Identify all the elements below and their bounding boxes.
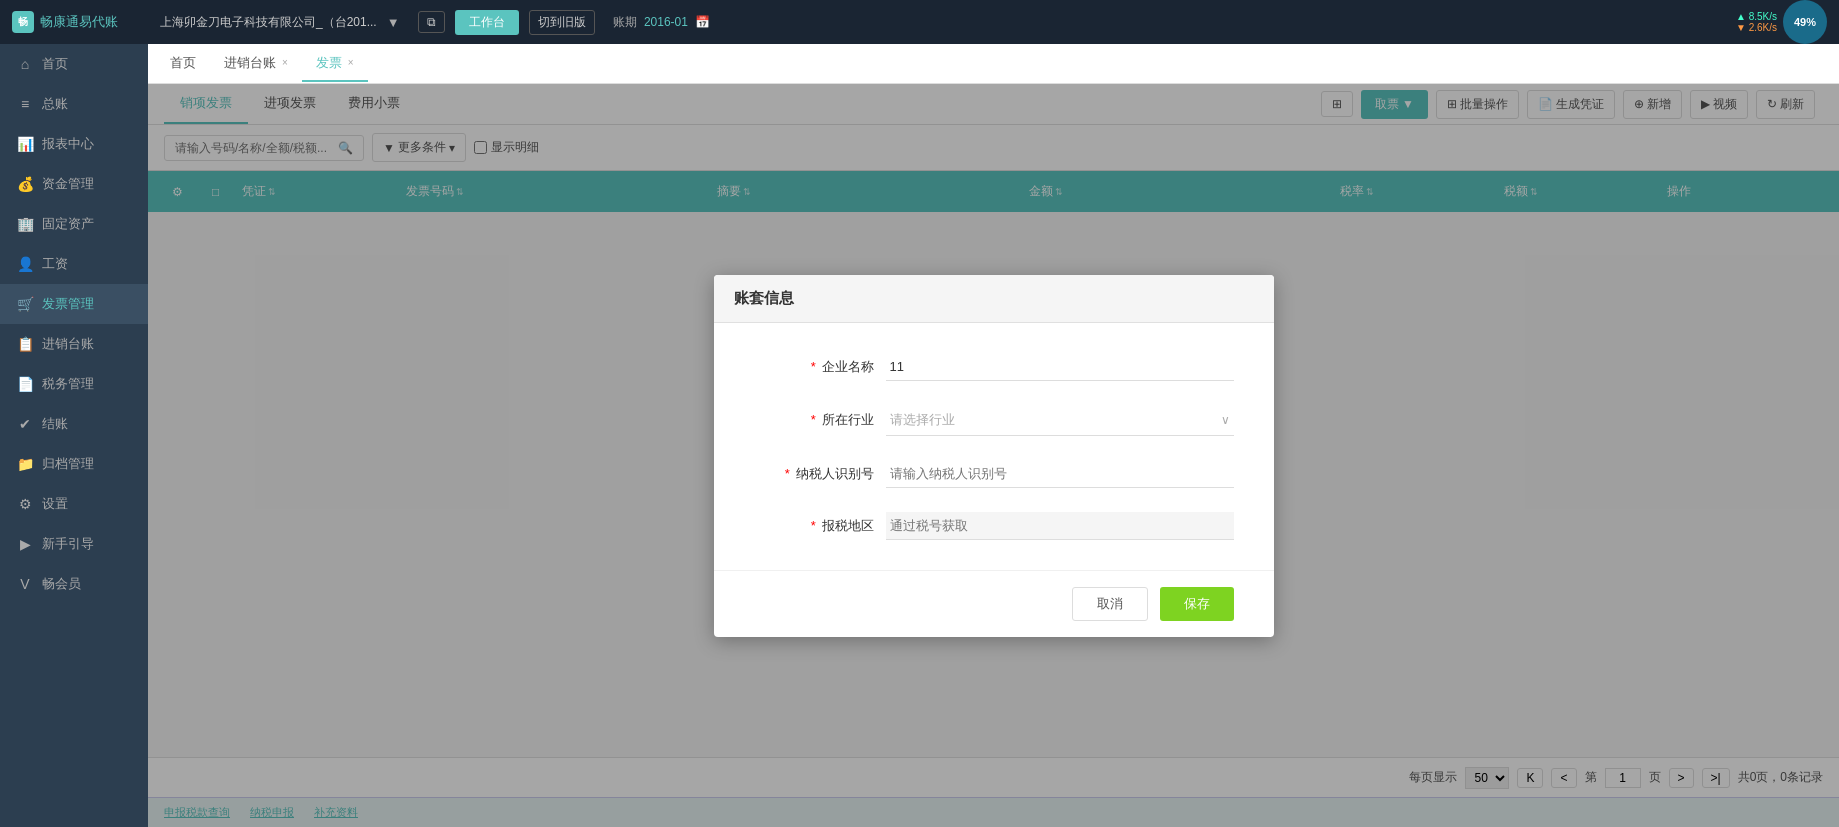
sidebar-item-sales-ledger[interactable]: 📋 进销台账 xyxy=(0,324,148,364)
sidebar-item-guide[interactable]: ▶ 新手引导 xyxy=(0,524,148,564)
period-label: 账期 2016-01 📅 xyxy=(613,14,711,31)
sales-ledger-icon: 📋 xyxy=(16,336,34,352)
modal-title: 账套信息 xyxy=(714,275,1274,323)
sidebar-item-reports[interactable]: 📊 报表中心 xyxy=(0,124,148,164)
workbench-button[interactable]: 工作台 xyxy=(455,10,519,35)
sidebar-item-label: 归档管理 xyxy=(42,455,94,473)
tab-invoice[interactable]: 发票 × xyxy=(302,46,368,82)
sidebar-item-home[interactable]: ⌂ 首页 xyxy=(0,44,148,84)
sidebar-item-label: 设置 xyxy=(42,495,68,513)
settings-icon: ⚙ xyxy=(16,496,34,512)
sidebar-item-archive[interactable]: 📁 归档管理 xyxy=(0,444,148,484)
tab-home[interactable]: 首页 xyxy=(156,46,210,82)
member-icon: V xyxy=(16,576,34,592)
guide-icon: ▶ xyxy=(16,536,34,552)
chevron-down-icon: ∨ xyxy=(1221,413,1230,427)
sidebar-item-settle[interactable]: ✔ 结账 xyxy=(0,404,148,444)
download-speed: ▼ 2.6K/s xyxy=(1736,22,1777,33)
modal-body: * 企业名称 * 所在行业 请选择行业 ∨ xyxy=(714,323,1274,570)
chevron-down-icon[interactable]: ▼ xyxy=(387,15,400,30)
sidebar-item-label: 资金管理 xyxy=(42,175,94,193)
company-name-input[interactable] xyxy=(886,353,1234,381)
sidebar-item-label: 首页 xyxy=(42,55,68,73)
tabbar: 首页 进销台账 × 发票 × xyxy=(148,44,1839,84)
form-row-industry: * 所在行业 请选择行业 ∨ xyxy=(754,405,1234,436)
copy-button[interactable]: ⧉ xyxy=(418,11,445,33)
sidebar-item-label: 新手引导 xyxy=(42,535,94,553)
fixed-assets-icon: 🏢 xyxy=(16,216,34,232)
account-info-modal: 账套信息 * 企业名称 * 所在行业 xyxy=(714,275,1274,637)
tab-sales-ledger[interactable]: 进销台账 × xyxy=(210,46,302,82)
modal-overlay: 账套信息 * 企业名称 * 所在行业 xyxy=(148,84,1839,827)
payroll-icon: 👤 xyxy=(16,256,34,272)
tax-icon: 📄 xyxy=(16,376,34,392)
sidebar-item-settings[interactable]: ⚙ 设置 xyxy=(0,484,148,524)
topbar-right: ▲ 8.5K/s ▼ 2.6K/s 49% xyxy=(1736,0,1827,44)
sidebar-item-invoice[interactable]: 🛒 发票管理 xyxy=(0,284,148,324)
company-name: 上海卯金刀电子科技有限公司_（台201... xyxy=(160,14,377,31)
sidebar-item-payroll[interactable]: 👤 工资 xyxy=(0,244,148,284)
app-name: 畅康通易代账 xyxy=(40,13,118,31)
sidebar: 畅 畅康通易代账 ⌂ 首页 ≡ 总账 📊 报表中心 💰 资金管理 🏢 固定资产 … xyxy=(0,0,148,827)
network-stats: ▲ 8.5K/s ▼ 2.6K/s xyxy=(1736,11,1777,33)
sidebar-item-fixed-assets[interactable]: 🏢 固定资产 xyxy=(0,204,148,244)
invoice-icon: 🛒 xyxy=(16,296,34,312)
ledger-icon: ≡ xyxy=(16,96,34,112)
logo-icon: 畅 xyxy=(12,11,34,33)
upload-speed: ▲ 8.5K/s xyxy=(1736,11,1777,22)
sidebar-item-label: 发票管理 xyxy=(42,295,94,313)
tax-region-label: * 报税地区 xyxy=(754,517,874,535)
tax-id-input[interactable] xyxy=(886,460,1234,488)
sidebar-item-label: 结账 xyxy=(42,415,68,433)
home-icon: ⌂ xyxy=(16,56,34,72)
sidebar-item-label: 工资 xyxy=(42,255,68,273)
industry-label: * 所在行业 xyxy=(754,411,874,429)
save-button[interactable]: 保存 xyxy=(1160,587,1234,621)
reports-icon: 📊 xyxy=(16,136,34,152)
cancel-button[interactable]: 取消 xyxy=(1072,587,1148,621)
company-name-label: * 企业名称 xyxy=(754,358,874,376)
sidebar-item-label: 报表中心 xyxy=(42,135,94,153)
sidebar-item-funds[interactable]: 💰 资金管理 xyxy=(0,164,148,204)
tax-region-input xyxy=(886,512,1234,540)
close-sales-ledger-tab[interactable]: × xyxy=(282,57,288,68)
content-area: 销项发票 进项发票 费用小票 ⊞ 取票 ▼ ⊞ 批量操作 📄 生成凭证 ⊕ xyxy=(148,84,1839,827)
sidebar-item-ledger[interactable]: ≡ 总账 xyxy=(0,84,148,124)
funds-icon: 💰 xyxy=(16,176,34,192)
switch-old-button[interactable]: 切到旧版 xyxy=(529,10,595,35)
industry-select[interactable]: 请选择行业 ∨ xyxy=(886,405,1234,436)
sidebar-item-label: 税务管理 xyxy=(42,375,94,393)
settle-icon: ✔ xyxy=(16,416,34,432)
network-badge: 49% xyxy=(1783,0,1827,44)
sidebar-item-label: 固定资产 xyxy=(42,215,94,233)
sidebar-item-tax[interactable]: 📄 税务管理 xyxy=(0,364,148,404)
sidebar-item-member[interactable]: V 畅会员 xyxy=(0,564,148,604)
form-row-tax-region: * 报税地区 xyxy=(754,512,1234,540)
form-row-company-name: * 企业名称 xyxy=(754,353,1234,381)
close-invoice-tab[interactable]: × xyxy=(348,57,354,68)
topbar: 上海卯金刀电子科技有限公司_（台201... ▼ ⧉ 工作台 切到旧版 账期 2… xyxy=(148,0,1839,44)
main-area: 上海卯金刀电子科技有限公司_（台201... ▼ ⧉ 工作台 切到旧版 账期 2… xyxy=(148,0,1839,827)
tax-id-label: * 纳税人识别号 xyxy=(754,465,874,483)
modal-footer: 取消 保存 xyxy=(714,570,1274,637)
form-row-tax-id: * 纳税人识别号 xyxy=(754,460,1234,488)
app-logo: 畅 畅康通易代账 xyxy=(0,0,148,44)
sidebar-item-label: 总账 xyxy=(42,95,68,113)
archive-icon: 📁 xyxy=(16,456,34,472)
sidebar-item-label: 畅会员 xyxy=(42,575,81,593)
sidebar-item-label: 进销台账 xyxy=(42,335,94,353)
